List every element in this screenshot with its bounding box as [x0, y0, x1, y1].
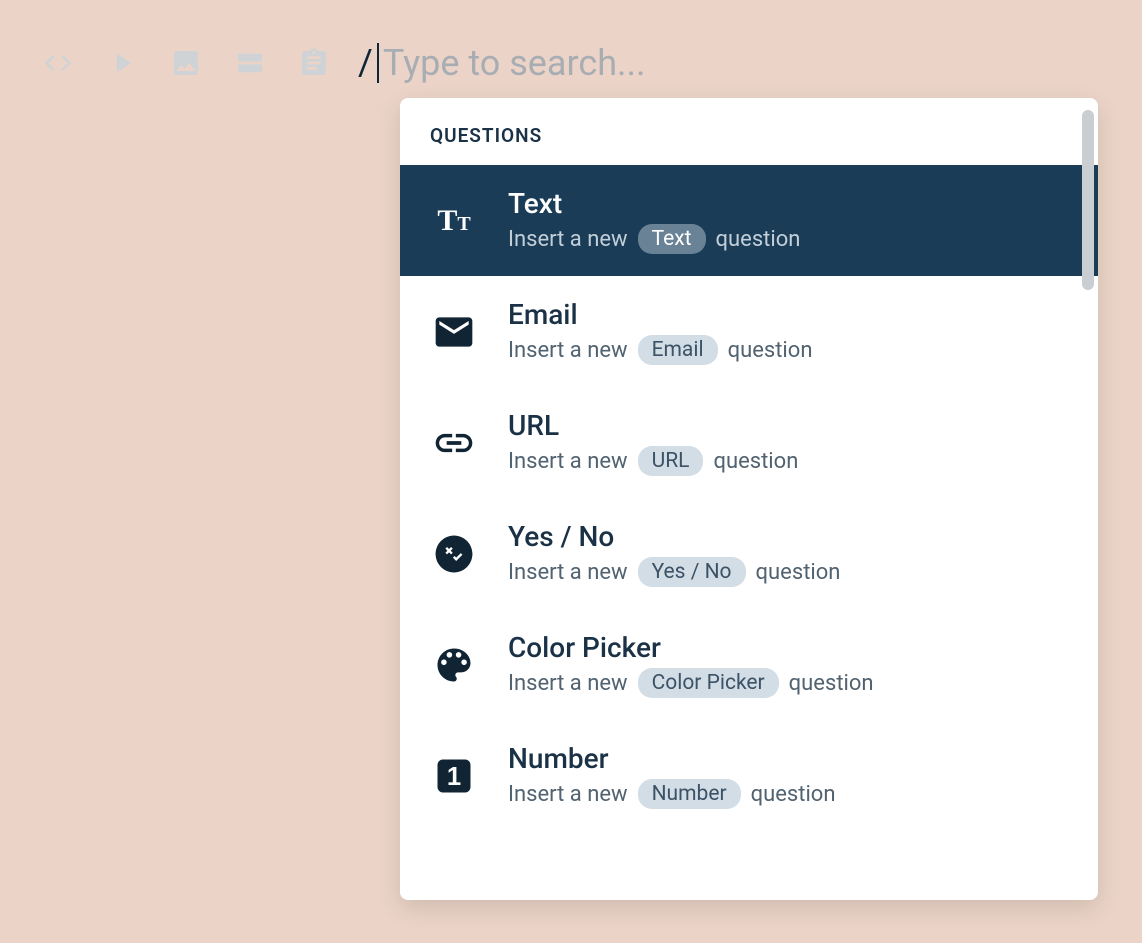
palette-icon: [430, 641, 478, 689]
item-description: Insert a new URL question: [508, 446, 1068, 476]
dropdown-item-yes-no[interactable]: Yes / No Insert a new Yes / No question: [400, 498, 1098, 609]
number-icon: 1: [430, 752, 478, 800]
item-title: Text: [508, 187, 1068, 220]
dropdown-item-color-picker[interactable]: Color Picker Insert a new Color Picker q…: [400, 609, 1098, 720]
badge: Yes / No: [638, 557, 746, 587]
item-description: Insert a new Color Picker question: [508, 668, 1068, 698]
item-title: URL: [508, 409, 1068, 442]
code-icon[interactable]: [42, 47, 74, 79]
item-title: Yes / No: [508, 520, 1068, 553]
dropdown-list: TT Text Insert a new Text question Email: [400, 165, 1098, 831]
email-icon: [430, 308, 478, 356]
dropdown-item-text[interactable]: TT Text Insert a new Text question: [400, 165, 1098, 276]
badge: Color Picker: [638, 668, 779, 698]
text-icon: TT: [430, 197, 478, 245]
item-description: Insert a new Text question: [508, 224, 1068, 254]
badge: Number: [638, 779, 741, 809]
search-area: /: [358, 42, 883, 84]
toolbar-icon-group: [42, 47, 330, 79]
dropdown-item-url[interactable]: URL Insert a new URL question: [400, 387, 1098, 498]
item-title: Email: [508, 298, 1068, 331]
dropdown-menu: QUESTIONS TT Text Insert a new Text ques…: [400, 98, 1098, 900]
toolbar: /: [0, 0, 1142, 84]
item-description: Insert a new Yes / No question: [508, 557, 1068, 587]
item-title: Number: [508, 742, 1068, 775]
search-input[interactable]: [383, 42, 883, 84]
dropdown-item-email[interactable]: Email Insert a new Email question: [400, 276, 1098, 387]
dropdown-item-number[interactable]: 1 Number Insert a new Number question: [400, 720, 1098, 831]
badge: Email: [638, 335, 718, 365]
yes-no-icon: [430, 530, 478, 578]
svg-text:1: 1: [447, 763, 461, 791]
rows-icon[interactable]: [234, 47, 266, 79]
item-title: Color Picker: [508, 631, 1068, 664]
slash-prefix: /: [358, 42, 373, 84]
badge: URL: [638, 446, 704, 476]
play-icon[interactable]: [106, 47, 138, 79]
item-description: Insert a new Number question: [508, 779, 1068, 809]
item-description: Insert a new Email question: [508, 335, 1068, 365]
image-icon[interactable]: [170, 47, 202, 79]
scrollbar[interactable]: [1082, 110, 1094, 290]
dropdown-section-header: QUESTIONS: [400, 98, 1098, 165]
badge: Text: [638, 224, 706, 254]
clipboard-icon[interactable]: [298, 47, 330, 79]
text-cursor: [377, 43, 379, 83]
link-icon: [430, 419, 478, 467]
